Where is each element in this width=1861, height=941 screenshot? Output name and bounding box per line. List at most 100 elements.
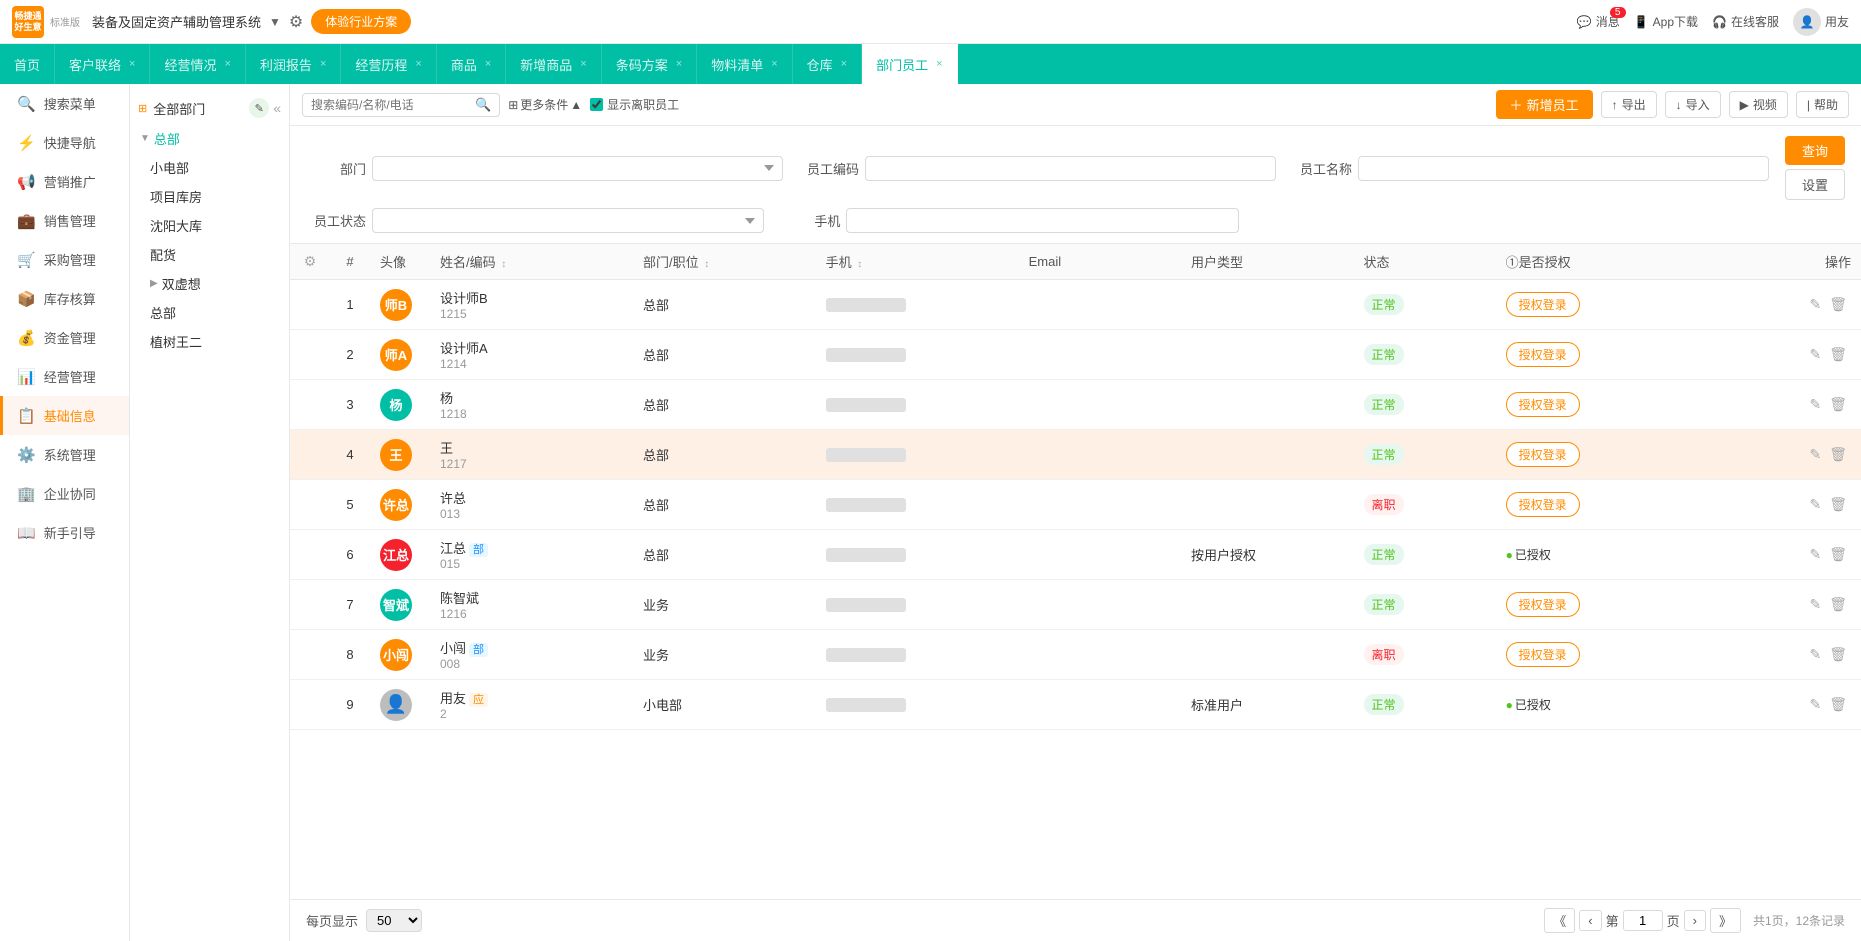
tab-new-goods[interactable]: 新增商品 ×: [506, 44, 601, 84]
delete-btn[interactable]: 🗑: [1825, 644, 1851, 665]
auth-login-btn[interactable]: 授权登录: [1506, 642, 1580, 667]
tab-operation[interactable]: 经营情况 ×: [150, 44, 245, 84]
set-btn[interactable]: 设置: [1785, 169, 1845, 200]
page-size-select[interactable]: 50 10 20 100: [366, 909, 422, 932]
search-input-wrap[interactable]: 🔍: [302, 93, 500, 117]
prev-page-btn[interactable]: ‹: [1579, 910, 1601, 931]
emp-status-select[interactable]: [372, 208, 764, 233]
sidebar-item-sales[interactable]: 💼 销售管理: [0, 201, 129, 240]
sidebar-item-inventory[interactable]: 📦 库存核算: [0, 279, 129, 318]
dept-item-shenyang[interactable]: 沈阳大库: [130, 211, 289, 240]
tab-employees[interactable]: 部门员工 ×: [862, 44, 957, 84]
phone-input[interactable]: [846, 208, 1238, 233]
close-warehouse-icon[interactable]: ×: [841, 58, 847, 70]
auth-login-btn[interactable]: 授权登录: [1506, 342, 1580, 367]
dept-item-distribution[interactable]: 配货: [130, 240, 289, 269]
close-customer-icon[interactable]: ×: [129, 58, 135, 70]
add-employee-btn[interactable]: ＋ 新增员工: [1496, 90, 1593, 119]
gear-btn[interactable]: ⚙: [289, 12, 303, 32]
view-btn[interactable]: ▶ 视频: [1729, 91, 1788, 118]
emp-code-input[interactable]: [865, 156, 1276, 181]
delete-btn[interactable]: 🗑: [1825, 344, 1851, 365]
delete-btn[interactable]: 🗑: [1825, 594, 1851, 615]
sort-phone-icon[interactable]: ↕: [857, 259, 862, 270]
tab-goods[interactable]: 商品 ×: [437, 44, 506, 84]
delete-btn[interactable]: 🗑: [1825, 394, 1851, 415]
search-btn[interactable]: 查询: [1785, 136, 1845, 165]
sidebar-item-shortcut[interactable]: ⚡ 快捷导航: [0, 123, 129, 162]
tab-history[interactable]: 经营历程 ×: [341, 44, 436, 84]
import-btn[interactable]: ↓ 导入: [1665, 91, 1721, 118]
close-history-icon[interactable]: ×: [415, 58, 421, 70]
delete-btn[interactable]: 🗑: [1825, 294, 1851, 315]
sidebar-item-system[interactable]: ⚙️ 系统管理: [0, 435, 129, 474]
sidebar-item-search[interactable]: 🔍 搜索菜单: [0, 84, 129, 123]
dept-item-plant[interactable]: 植树王二: [130, 327, 289, 356]
delete-btn[interactable]: 🗑: [1825, 444, 1851, 465]
sort-name-icon[interactable]: ↕: [501, 259, 506, 270]
dept-edit-btn[interactable]: ✎: [249, 98, 269, 118]
next-page-btn[interactable]: ›: [1684, 910, 1706, 931]
edit-btn[interactable]: ✎: [1805, 294, 1825, 315]
sidebar-item-enterprise[interactable]: 🏢 企业协同: [0, 474, 129, 513]
app-download-item[interactable]: 📱 App下载: [1634, 13, 1698, 30]
online-service-item[interactable]: 🎧 在线客服: [1712, 13, 1779, 30]
first-page-btn[interactable]: 《: [1544, 908, 1575, 933]
tab-profit[interactable]: 利润报告 ×: [246, 44, 341, 84]
edit-btn[interactable]: ✎: [1805, 444, 1825, 465]
user-area[interactable]: 👤 用友: [1793, 8, 1849, 36]
sort-dept-icon[interactable]: ↕: [704, 259, 709, 270]
search-input[interactable]: [311, 98, 471, 112]
sidebar-item-marketing[interactable]: 📢 营销推广: [0, 162, 129, 201]
last-page-btn[interactable]: 》: [1710, 908, 1741, 933]
more-conditions-btn[interactable]: ⊞ 更多条件 ▲: [508, 96, 582, 113]
auth-login-btn[interactable]: 授权登录: [1506, 592, 1580, 617]
sidebar-item-finance[interactable]: 💰 资金管理: [0, 318, 129, 357]
tab-warehouse[interactable]: 仓库 ×: [793, 44, 862, 84]
page-input[interactable]: [1623, 910, 1663, 931]
close-barcode-icon[interactable]: ×: [676, 58, 682, 70]
close-employees-icon[interactable]: ×: [936, 58, 942, 70]
show-resigned-label[interactable]: 显示离职员工: [590, 96, 679, 113]
help-btn[interactable]: | 帮助: [1796, 91, 1849, 118]
show-resigned-checkbox[interactable]: [590, 98, 603, 111]
tab-bom[interactable]: 物料清单 ×: [697, 44, 792, 84]
dept-collapse-btn[interactable]: «: [273, 100, 281, 116]
close-profit-icon[interactable]: ×: [320, 58, 326, 70]
sidebar-item-guide[interactable]: 📖 新手引导: [0, 513, 129, 552]
sidebar-item-operation[interactable]: 📊 经营管理: [0, 357, 129, 396]
tab-home[interactable]: 首页: [0, 44, 55, 84]
close-new-goods-icon[interactable]: ×: [580, 58, 586, 70]
auth-login-btn[interactable]: 授权登录: [1506, 442, 1580, 467]
col-name-code[interactable]: 姓名/编码 ↕: [430, 244, 633, 280]
tab-barcode[interactable]: 条码方案 ×: [602, 44, 697, 84]
edit-btn[interactable]: ✎: [1805, 694, 1825, 715]
close-goods-icon[interactable]: ×: [485, 58, 491, 70]
col-phone[interactable]: 手机 ↕: [816, 244, 1019, 280]
sidebar-item-purchase[interactable]: 🛒 采购管理: [0, 240, 129, 279]
edit-btn[interactable]: ✎: [1805, 544, 1825, 565]
export-btn[interactable]: ↑ 导出: [1601, 91, 1657, 118]
trial-btn[interactable]: 体验行业方案: [311, 9, 411, 34]
dept-item-project[interactable]: 项目库房: [130, 182, 289, 211]
close-operation-icon[interactable]: ×: [224, 58, 230, 70]
delete-btn[interactable]: 🗑: [1825, 494, 1851, 515]
delete-btn[interactable]: 🗑: [1825, 544, 1851, 565]
edit-btn[interactable]: ✎: [1805, 494, 1825, 515]
edit-btn[interactable]: ✎: [1805, 594, 1825, 615]
message-item[interactable]: 💬 消息 5: [1577, 13, 1620, 30]
dept-item-small[interactable]: 小电部: [130, 153, 289, 182]
delete-btn[interactable]: 🗑: [1825, 694, 1851, 715]
edit-btn[interactable]: ✎: [1805, 394, 1825, 415]
edit-btn[interactable]: ✎: [1805, 644, 1825, 665]
edit-btn[interactable]: ✎: [1805, 344, 1825, 365]
auth-login-btn[interactable]: 授权登录: [1506, 292, 1580, 317]
dept-item-hq[interactable]: 总部: [130, 298, 289, 327]
close-bom-icon[interactable]: ×: [771, 58, 777, 70]
dept-item-general[interactable]: ▼ 总部: [130, 124, 289, 153]
dept-select[interactable]: [372, 156, 783, 181]
dept-item-double[interactable]: ▶ 双虚想: [130, 269, 289, 298]
sidebar-item-basic[interactable]: 📋 基础信息: [0, 396, 129, 435]
col-settings[interactable]: ⚙: [290, 244, 330, 280]
auth-login-btn[interactable]: 授权登录: [1506, 492, 1580, 517]
